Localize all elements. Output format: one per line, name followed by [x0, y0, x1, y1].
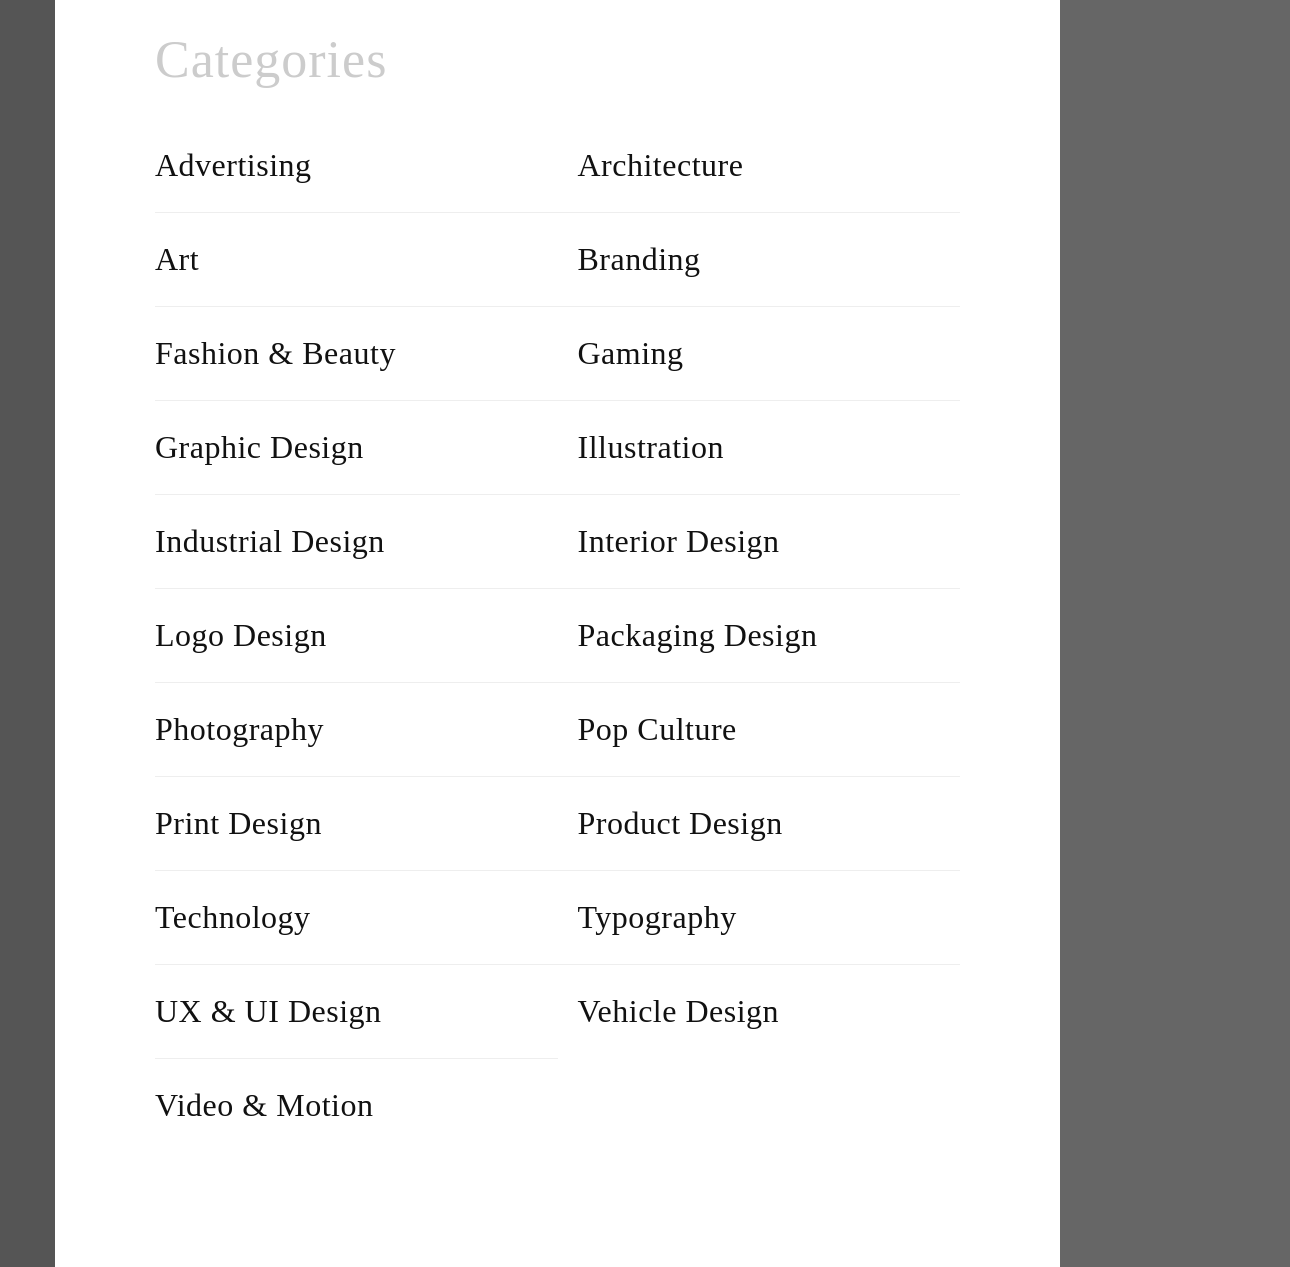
category-link[interactable]: Advertising — [155, 147, 312, 183]
category-link[interactable]: Architecture — [578, 147, 744, 183]
background-left — [0, 0, 55, 1267]
list-item[interactable]: Fashion & Beauty — [155, 307, 558, 401]
list-item[interactable]: Typography — [558, 871, 961, 965]
list-item[interactable]: Gaming — [558, 307, 961, 401]
list-item[interactable]: Graphic Design — [155, 401, 558, 495]
list-item[interactable]: Product Design — [558, 777, 961, 871]
category-link[interactable]: Video & Motion — [155, 1087, 373, 1123]
category-link[interactable]: Gaming — [578, 335, 684, 371]
category-link[interactable]: Art — [155, 241, 199, 277]
category-link[interactable]: UX & UI Design — [155, 993, 382, 1029]
category-link[interactable]: Vehicle Design — [578, 993, 780, 1029]
list-item[interactable]: Print Design — [155, 777, 558, 871]
categories-title: Categories — [155, 30, 960, 89]
category-link[interactable]: Pop Culture — [578, 711, 737, 747]
category-link[interactable]: Packaging Design — [578, 617, 818, 653]
category-link[interactable]: Product Design — [578, 805, 783, 841]
category-link[interactable]: Technology — [155, 899, 311, 935]
category-link[interactable]: Branding — [578, 241, 701, 277]
categories-modal: Categories Advertising Art Fashion & Beaut… — [55, 0, 1060, 1267]
list-item[interactable]: Vehicle Design — [558, 965, 961, 1058]
list-item[interactable]: UX & UI Design — [155, 965, 558, 1059]
list-item[interactable]: Logo Design — [155, 589, 558, 683]
category-link[interactable]: Fashion & Beauty — [155, 335, 396, 371]
category-link[interactable]: Graphic Design — [155, 429, 364, 465]
categories-left-column: Advertising Art Fashion & Beauty Graphic De… — [155, 119, 558, 1227]
list-item[interactable]: Art — [155, 213, 558, 307]
category-link[interactable]: Photography — [155, 711, 324, 747]
category-link[interactable]: Interior Design — [578, 523, 780, 559]
list-item[interactable]: Interior Design — [558, 495, 961, 589]
category-link[interactable]: Print Design — [155, 805, 322, 841]
category-link[interactable]: Illustration — [578, 429, 724, 465]
list-item[interactable]: Architecture — [558, 119, 961, 213]
list-item[interactable]: Illustration — [558, 401, 961, 495]
list-item[interactable]: Video & Motion — [155, 1059, 558, 1152]
list-item[interactable]: Technology — [155, 871, 558, 965]
category-link[interactable]: Industrial Design — [155, 523, 385, 559]
list-item[interactable]: Packaging Design — [558, 589, 961, 683]
categories-right-column: Architecture Branding Gaming Illustration In… — [558, 119, 961, 1227]
list-item[interactable]: Branding — [558, 213, 961, 307]
list-item[interactable]: Advertising — [155, 119, 558, 213]
list-item[interactable]: Pop Culture — [558, 683, 961, 777]
categories-grid: Advertising Art Fashion & Beauty Graphic De… — [155, 119, 960, 1227]
category-link[interactable]: Logo Design — [155, 617, 327, 653]
category-link[interactable]: Typography — [578, 899, 737, 935]
list-item[interactable]: Photography — [155, 683, 558, 777]
background-right — [1060, 0, 1290, 1267]
list-item[interactable]: Industrial Design — [155, 495, 558, 589]
